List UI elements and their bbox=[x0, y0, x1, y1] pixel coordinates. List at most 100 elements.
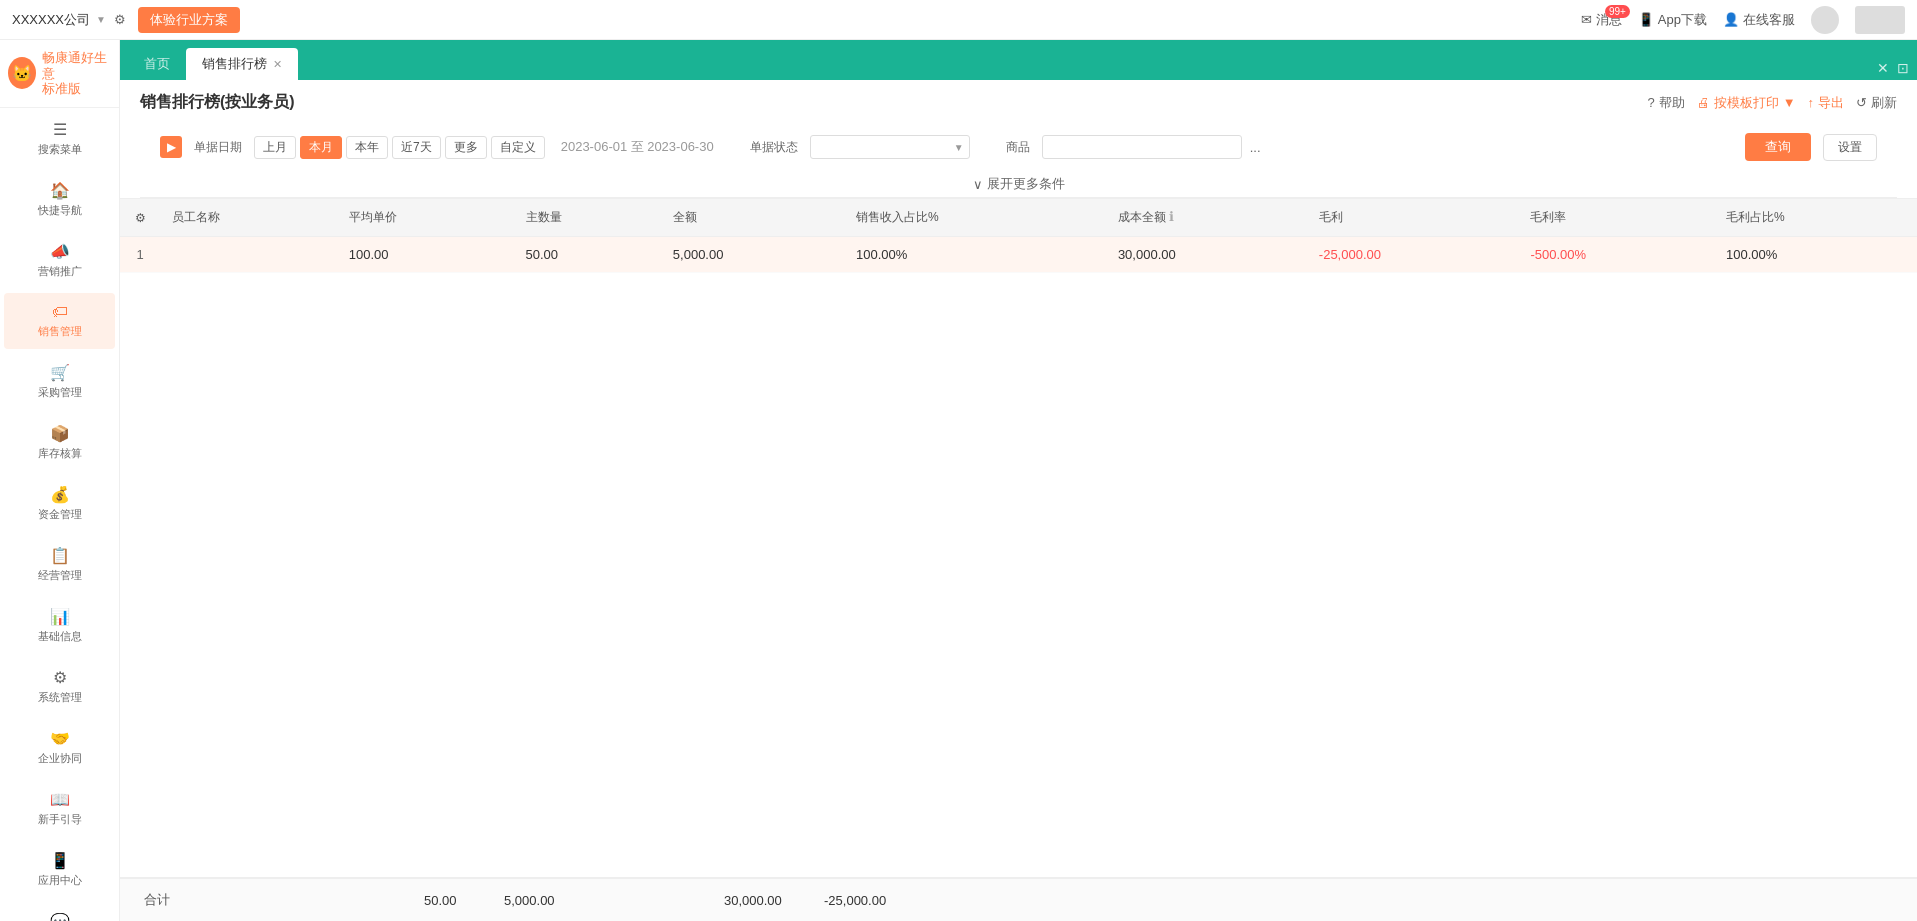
inventory-icon: 📦 bbox=[50, 424, 70, 443]
col-rank: ⚙ bbox=[120, 199, 160, 237]
col-cost: 成本全额 ℹ bbox=[1106, 199, 1307, 237]
sidebar-item-label: 系统管理 bbox=[38, 690, 82, 705]
sales-icon: 🏷 bbox=[52, 303, 68, 321]
footer-label: 合计 bbox=[132, 887, 332, 913]
app-download-label: App下载 bbox=[1658, 11, 1707, 29]
help-icon: ? bbox=[1647, 95, 1654, 110]
sidebar: 🐱 畅康通好生意 标准版 ☰ 搜索菜单 🏠 快捷导航 📣 营销推广 🏷 销售管理… bbox=[0, 40, 120, 921]
sidebar-item-label: 采购管理 bbox=[38, 385, 82, 400]
col-profit-rate: 毛利率 bbox=[1518, 199, 1714, 237]
sidebar-item-inventory[interactable]: 📦 库存核算 bbox=[4, 414, 115, 471]
cell-profit-pct: 100.00% bbox=[1714, 237, 1917, 273]
refresh-button[interactable]: ↺ 刷新 bbox=[1856, 94, 1897, 112]
header-actions: ? 帮助 🖨 按模板打印 ▼ ↑ 导出 ↺ bbox=[1647, 94, 1897, 112]
col-amount: 全额 bbox=[661, 199, 844, 237]
tab-close-icon[interactable]: ✕ bbox=[273, 58, 282, 71]
sidebar-item-enterprise[interactable]: 🤝 企业协同 bbox=[4, 719, 115, 776]
sidebar-item-label: 经营管理 bbox=[38, 568, 82, 583]
sidebar-item-label: 应用中心 bbox=[38, 873, 82, 888]
service-icon: 👤 bbox=[1723, 12, 1739, 27]
tab-sales-rank[interactable]: 销售排行榜 ✕ bbox=[186, 48, 298, 80]
expand-arrow-button[interactable]: ▶ bbox=[160, 136, 182, 158]
period-custom[interactable]: 自定义 bbox=[491, 136, 545, 159]
col-sales-pct: 销售收入占比% bbox=[844, 199, 1106, 237]
sidebar-item-sales[interactable]: 🏷 销售管理 bbox=[4, 293, 115, 349]
more-options-icon[interactable]: ... bbox=[1250, 140, 1261, 155]
expand-more-button[interactable]: ∨ 展开更多条件 bbox=[973, 175, 1065, 193]
status-select-wrapper: ▼ bbox=[810, 135, 970, 159]
avatar[interactable] bbox=[1811, 6, 1839, 34]
sidebar-item-label: 基础信息 bbox=[38, 629, 82, 644]
refresh-icon: ↺ bbox=[1856, 95, 1867, 110]
tab-bar-right: ✕ ⊡ bbox=[1877, 60, 1909, 80]
sidebar-item-label: 营销推广 bbox=[38, 264, 82, 279]
trial-button[interactable]: 体验行业方案 bbox=[138, 7, 240, 33]
online-service-label: 在线客服 bbox=[1743, 11, 1795, 29]
sidebar-item-label: 快捷导航 bbox=[38, 203, 82, 218]
tab-close-window-icon[interactable]: ✕ bbox=[1877, 60, 1889, 76]
help-button[interactable]: ? 帮助 bbox=[1647, 94, 1684, 112]
table-footer: 合计 50.00 5,000.00 30,000.00 -25,000.00 bbox=[120, 877, 1917, 921]
tab-home[interactable]: 首页 bbox=[128, 48, 186, 80]
sidebar-item-wechat[interactable]: 💬 企业微信 bbox=[4, 902, 115, 921]
period-more[interactable]: 更多 bbox=[445, 136, 487, 159]
settings-icon[interactable]: ⚙ bbox=[114, 12, 126, 27]
tab-bar: 首页 销售排行榜 ✕ ✕ ⊡ bbox=[120, 40, 1917, 80]
expand-label: 展开更多条件 bbox=[987, 175, 1065, 193]
top-bar: XXXXXX公司 ▼ ⚙ 体验行业方案 ✉ 消息 99+ 📱 App下载 👤 在… bbox=[0, 0, 1917, 40]
quick-nav-icon: 🏠 bbox=[50, 181, 70, 200]
period-last-month[interactable]: 上月 bbox=[254, 136, 296, 159]
filter-row: ▶ 单据日期 上月 本月 本年 近7天 更多 自定义 2023-06-01 至 … bbox=[140, 123, 1897, 171]
footer-amount: 5,000.00 bbox=[492, 889, 592, 912]
expand-chevron-icon: ∨ bbox=[973, 177, 983, 192]
status-select[interactable] bbox=[810, 135, 970, 159]
page-title: 销售排行榜(按业务员) bbox=[140, 92, 295, 113]
expand-row: ∨ 展开更多条件 bbox=[140, 171, 1897, 198]
sidebar-item-label: 企业协同 bbox=[38, 751, 82, 766]
data-table: ⚙ 员工名称 平均单价 主数量 全额 销售收入占比% 成本全额 ℹ 毛利 毛利率… bbox=[120, 199, 1917, 273]
goods-input[interactable] bbox=[1042, 135, 1242, 159]
sidebar-logo: 🐱 畅康通好生意 标准版 bbox=[0, 40, 119, 108]
message-item[interactable]: ✉ 消息 99+ bbox=[1581, 11, 1622, 29]
sidebar-item-quick-nav[interactable]: 🏠 快捷导航 bbox=[4, 171, 115, 228]
sidebar-item-search-menu[interactable]: ☰ 搜索菜单 bbox=[4, 110, 115, 167]
app-download-item[interactable]: 📱 App下载 bbox=[1638, 11, 1707, 29]
sidebar-item-label: 销售管理 bbox=[38, 324, 82, 339]
date-range-display: 2023-06-01 至 2023-06-30 bbox=[561, 138, 714, 156]
message-badge: 99+ bbox=[1605, 5, 1630, 18]
content-area: 首页 销售排行榜 ✕ ✕ ⊡ 销售排行榜(按业务员) ? 帮助 bbox=[120, 40, 1917, 921]
period-this-month[interactable]: 本月 bbox=[300, 136, 342, 159]
period-this-year[interactable]: 本年 bbox=[346, 136, 388, 159]
period-last-7-days[interactable]: 近7天 bbox=[392, 136, 441, 159]
sidebar-item-finance[interactable]: 💰 资金管理 bbox=[4, 475, 115, 532]
wechat-icon: 💬 bbox=[50, 912, 70, 921]
query-button[interactable]: 查询 bbox=[1745, 133, 1811, 161]
sidebar-item-guide[interactable]: 📖 新手引导 bbox=[4, 780, 115, 837]
sidebar-item-app-center[interactable]: 📱 应用中心 bbox=[4, 841, 115, 898]
logo-icon: 🐱 bbox=[8, 57, 36, 89]
sidebar-item-operations[interactable]: 📋 经营管理 bbox=[4, 536, 115, 593]
sidebar-item-marketing[interactable]: 📣 营销推广 bbox=[4, 232, 115, 289]
col-avg-price: 平均单价 bbox=[337, 199, 514, 237]
sidebar-item-purchase[interactable]: 🛒 采购管理 bbox=[4, 353, 115, 410]
company-selector[interactable]: XXXXXX公司 ▼ bbox=[12, 11, 106, 29]
footer-profit: -25,000.00 bbox=[812, 889, 912, 912]
logo-text: 畅康通好生意 标准版 bbox=[42, 50, 111, 97]
cell-name bbox=[160, 237, 337, 273]
avatar-secondary[interactable] bbox=[1855, 6, 1905, 34]
chevron-down-icon: ▼ bbox=[96, 14, 106, 25]
settings-button[interactable]: 设置 bbox=[1823, 134, 1877, 161]
sidebar-item-label: 搜索菜单 bbox=[38, 142, 82, 157]
page-header: 销售排行榜(按业务员) ? 帮助 🖨 按模板打印 ▼ ↑ bbox=[120, 80, 1917, 199]
cell-qty: 50.00 bbox=[514, 237, 661, 273]
export-button[interactable]: ↑ 导出 bbox=[1808, 94, 1845, 112]
online-service-item[interactable]: 👤 在线客服 bbox=[1723, 11, 1795, 29]
enterprise-icon: 🤝 bbox=[50, 729, 70, 748]
cell-avg-price: 100.00 bbox=[337, 237, 514, 273]
print-button[interactable]: 🖨 按模板打印 ▼ bbox=[1697, 94, 1796, 112]
tab-maximize-icon[interactable]: ⊡ bbox=[1897, 60, 1909, 76]
sidebar-item-system[interactable]: ⚙ 系统管理 bbox=[4, 658, 115, 715]
cell-amount: 5,000.00 bbox=[661, 237, 844, 273]
sidebar-item-basics[interactable]: 📊 基础信息 bbox=[4, 597, 115, 654]
goods-label: 商品 bbox=[1006, 139, 1030, 156]
